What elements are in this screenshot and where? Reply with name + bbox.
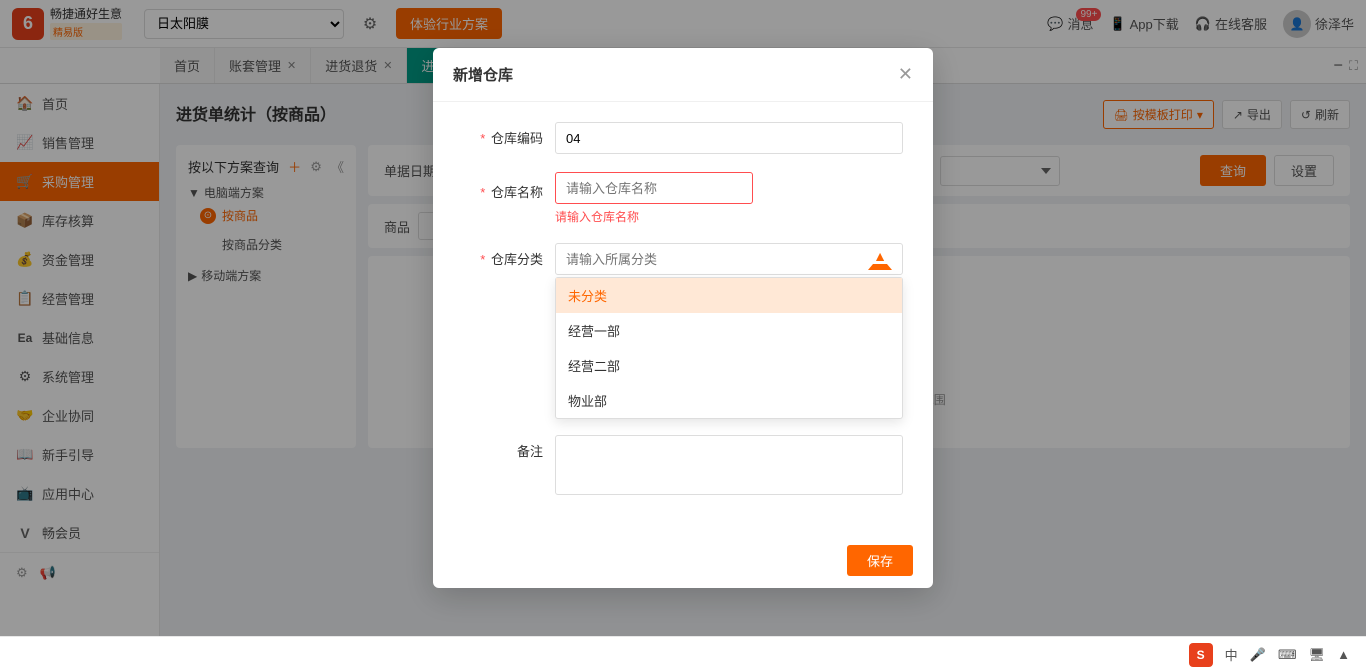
dropdown-item-dept3[interactable]: 物业部 bbox=[556, 383, 902, 418]
modal-header: 新增仓库 ✕ bbox=[433, 48, 933, 102]
name-error-wrap: 请输入仓库名称 bbox=[463, 208, 639, 225]
form-row-note: 备注 bbox=[463, 435, 903, 495]
zh-icon[interactable]: 中 bbox=[1225, 645, 1238, 664]
modal-body: * 仓库编码 * 仓库名称 请输入仓库名称 bbox=[433, 102, 933, 533]
category-chevron-icon: ▲ bbox=[868, 248, 892, 270]
note-input[interactable] bbox=[555, 435, 903, 495]
modal-title: 新增仓库 bbox=[453, 64, 513, 85]
save-button[interactable]: 保存 bbox=[847, 545, 913, 576]
category-label: * 仓库分类 bbox=[463, 243, 543, 268]
code-label: * 仓库编码 bbox=[463, 122, 543, 147]
code-input[interactable] bbox=[555, 122, 903, 154]
bottombar: S 中 🎤 ⌨ 🖥 ▲ bbox=[0, 636, 1366, 672]
category-dropdown-trigger[interactable]: ▲ bbox=[555, 243, 903, 275]
dropdown-item-uncategorized[interactable]: 未分类 bbox=[556, 278, 902, 313]
modal-close-button[interactable]: ✕ bbox=[898, 64, 913, 85]
form-row-name-inner: * 仓库名称 bbox=[463, 172, 753, 204]
category-dropdown-container: ▲ 未分类 经营一部 经营二部 物业部 bbox=[555, 243, 903, 275]
s-logo: S bbox=[1189, 643, 1213, 667]
form-row-code: * 仓库编码 bbox=[463, 122, 903, 154]
note-label: 备注 bbox=[463, 435, 543, 460]
bottombar-right: S 中 🎤 ⌨ 🖥 ▲ bbox=[1189, 643, 1350, 667]
mic-icon[interactable]: 🎤 bbox=[1250, 647, 1266, 663]
category-search-input[interactable] bbox=[566, 252, 868, 267]
required-mark-name: * bbox=[480, 185, 485, 200]
name-input[interactable] bbox=[555, 172, 753, 204]
form-row-category: * 仓库分类 ▲ 未分类 经营一部 经营二部 物业部 bbox=[463, 243, 903, 275]
name-input-wrap bbox=[555, 172, 753, 204]
name-label: * 仓库名称 bbox=[463, 176, 543, 201]
keyboard-icon[interactable]: ⌨ bbox=[1278, 647, 1297, 663]
up-icon[interactable]: ▲ bbox=[1337, 647, 1350, 662]
monitor-icon[interactable]: 🖥 bbox=[1309, 647, 1326, 663]
dropdown-item-dept2[interactable]: 经营二部 bbox=[556, 348, 902, 383]
form-row-name: * 仓库名称 请输入仓库名称 bbox=[463, 172, 903, 225]
dropdown-item-dept1[interactable]: 经营一部 bbox=[556, 313, 902, 348]
required-mark-code: * bbox=[480, 131, 485, 146]
modal-overlay[interactable]: 新增仓库 ✕ * 仓库编码 * 仓库名称 bbox=[0, 0, 1366, 636]
modal-footer: 保存 bbox=[433, 533, 933, 588]
modal-new-warehouse: 新增仓库 ✕ * 仓库编码 * 仓库名称 bbox=[433, 48, 933, 588]
required-mark-category: * bbox=[480, 252, 485, 267]
name-error-msg: 请输入仓库名称 bbox=[555, 210, 639, 224]
category-dropdown-list: 未分类 经营一部 经营二部 物业部 bbox=[555, 277, 903, 419]
